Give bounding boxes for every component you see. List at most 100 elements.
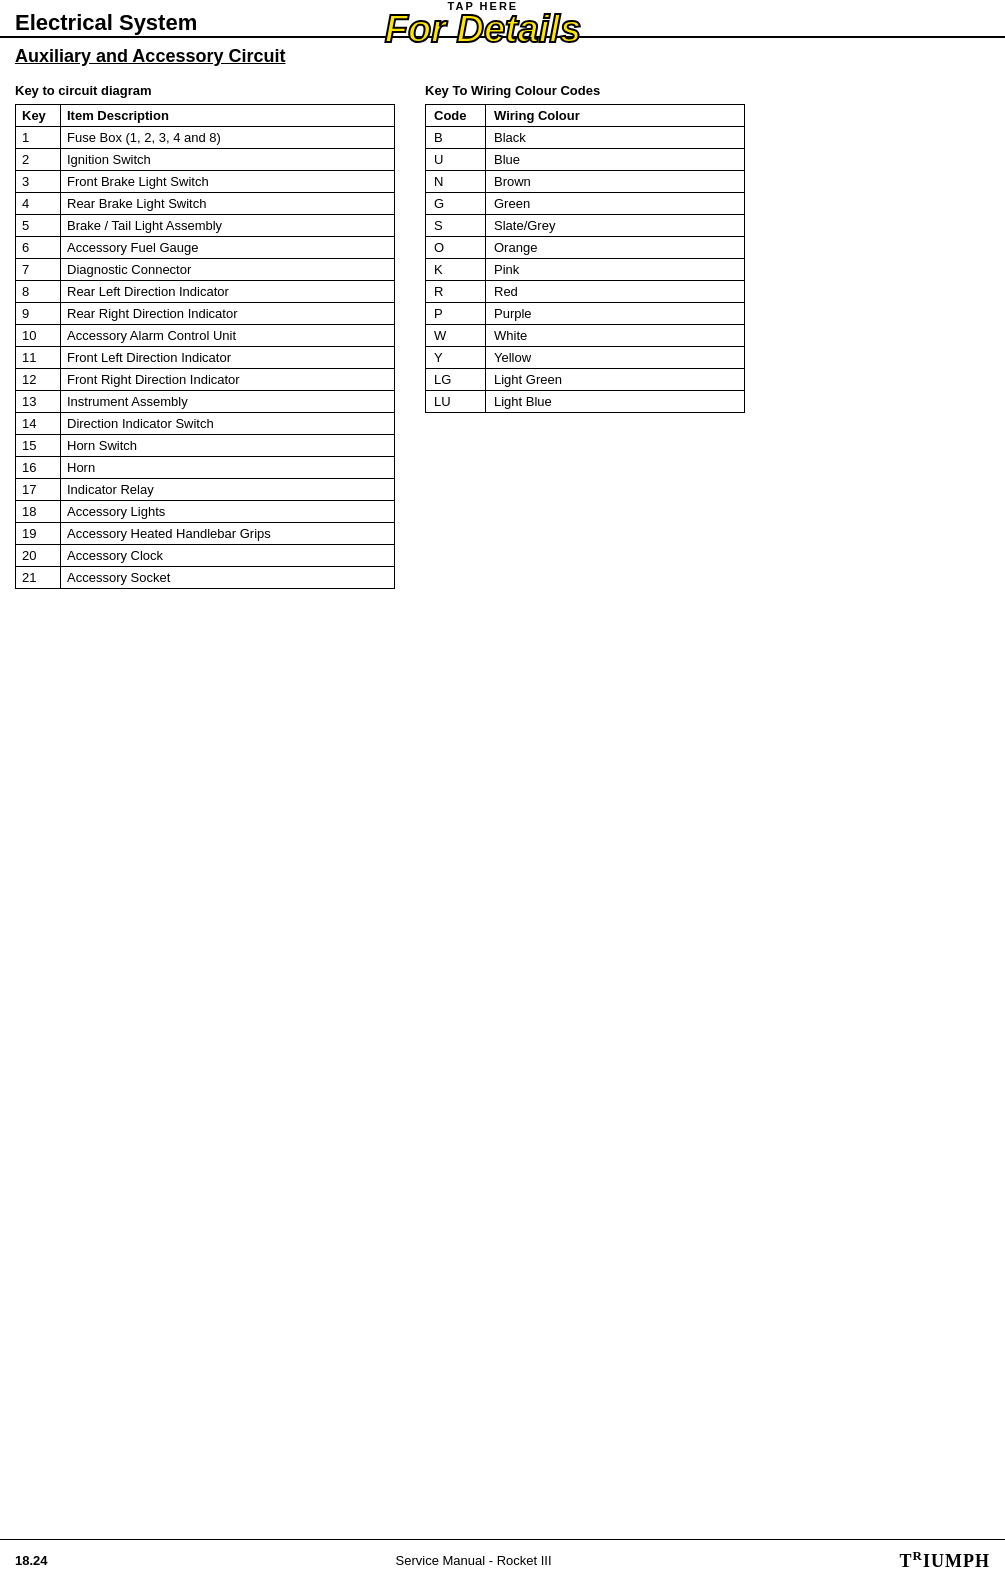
key-cell: 5 <box>16 215 61 237</box>
table-row: 8Rear Left Direction Indicator <box>16 281 395 303</box>
description-cell: Fuse Box (1, 2, 3, 4 and 8) <box>61 127 395 149</box>
colour-cell: Brown <box>486 171 745 193</box>
key-cell: 4 <box>16 193 61 215</box>
key-cell: 6 <box>16 237 61 259</box>
colour-cell: Purple <box>486 303 745 325</box>
key-cell: 10 <box>16 325 61 347</box>
code-cell: U <box>426 149 486 171</box>
code-cell: LU <box>426 391 486 413</box>
tap-here-big-text: For Details <box>385 10 581 53</box>
wiring-colour-label: Key To Wiring Colour Codes <box>425 83 745 98</box>
key-cell: 11 <box>16 347 61 369</box>
table-row: SSlate/Grey <box>426 215 745 237</box>
page-header: Electrical System TAP HERE For Details <box>0 0 1005 38</box>
wiring-colour-section: Key To Wiring Colour Codes Code Wiring C… <box>425 83 745 413</box>
table-row: 1Fuse Box (1, 2, 3, 4 and 8) <box>16 127 395 149</box>
colour-cell: Red <box>486 281 745 303</box>
tap-here-banner[interactable]: TAP HERE For Details <box>385 0 581 53</box>
code-col-header: Code <box>426 105 486 127</box>
description-cell: Front Brake Light Switch <box>61 171 395 193</box>
table-row: LGLight Green <box>426 369 745 391</box>
table-row: BBlack <box>426 127 745 149</box>
description-cell: Instrument Assembly <box>61 391 395 413</box>
description-cell: Front Left Direction Indicator <box>61 347 395 369</box>
colour-cell: Light Blue <box>486 391 745 413</box>
table-row: 9Rear Right Direction Indicator <box>16 303 395 325</box>
key-circuit-label: Key to circuit diagram <box>15 83 395 98</box>
table-row: 5Brake / Tail Light Assembly <box>16 215 395 237</box>
key-circuit-section: Key to circuit diagram Key Item Descript… <box>15 83 395 589</box>
description-cell: Accessory Socket <box>61 567 395 589</box>
code-cell: K <box>426 259 486 281</box>
key-cell: 3 <box>16 171 61 193</box>
description-cell: Brake / Tail Light Assembly <box>61 215 395 237</box>
description-cell: Accessory Fuel Gauge <box>61 237 395 259</box>
colour-cell: Pink <box>486 259 745 281</box>
table-row: WWhite <box>426 325 745 347</box>
footer-page-number: 18.24 <box>15 1553 48 1568</box>
key-cell: 8 <box>16 281 61 303</box>
colour-cell: Black <box>486 127 745 149</box>
code-cell: LG <box>426 369 486 391</box>
code-cell: B <box>426 127 486 149</box>
table-row: 18Accessory Lights <box>16 501 395 523</box>
key-cell: 13 <box>16 391 61 413</box>
description-cell: Accessory Lights <box>61 501 395 523</box>
description-cell: Rear Right Direction Indicator <box>61 303 395 325</box>
table-row: GGreen <box>426 193 745 215</box>
colour-cell: Green <box>486 193 745 215</box>
table-row: 3Front Brake Light Switch <box>16 171 395 193</box>
key-cell: 17 <box>16 479 61 501</box>
table-row: 16Horn <box>16 457 395 479</box>
key-cell: 18 <box>16 501 61 523</box>
description-cell: Direction Indicator Switch <box>61 413 395 435</box>
description-cell: Front Right Direction Indicator <box>61 369 395 391</box>
key-cell: 1 <box>16 127 61 149</box>
key-circuit-table: Key Item Description 1Fuse Box (1, 2, 3,… <box>15 104 395 589</box>
desc-col-header: Item Description <box>61 105 395 127</box>
key-cell: 20 <box>16 545 61 567</box>
table-row: 6Accessory Fuel Gauge <box>16 237 395 259</box>
description-cell: Accessory Alarm Control Unit <box>61 325 395 347</box>
table-row: RRed <box>426 281 745 303</box>
footer-center-text: Service Manual - Rocket III <box>396 1553 552 1568</box>
main-content: Key to circuit diagram Key Item Descript… <box>0 75 1005 597</box>
table-row: 20Accessory Clock <box>16 545 395 567</box>
description-cell: Rear Left Direction Indicator <box>61 281 395 303</box>
table-row: 2Ignition Switch <box>16 149 395 171</box>
key-cell: 2 <box>16 149 61 171</box>
key-cell: 16 <box>16 457 61 479</box>
description-cell: Rear Brake Light Switch <box>61 193 395 215</box>
description-cell: Accessory Heated Handlebar Grips <box>61 523 395 545</box>
table-row: 4Rear Brake Light Switch <box>16 193 395 215</box>
description-cell: Ignition Switch <box>61 149 395 171</box>
key-cell: 9 <box>16 303 61 325</box>
table-row: 13Instrument Assembly <box>16 391 395 413</box>
table-row: NBrown <box>426 171 745 193</box>
code-cell: W <box>426 325 486 347</box>
table-row: PPurple <box>426 303 745 325</box>
code-cell: P <box>426 303 486 325</box>
code-cell: R <box>426 281 486 303</box>
footer-brand: TRIUMPH <box>900 1548 990 1572</box>
table-row: 10Accessory Alarm Control Unit <box>16 325 395 347</box>
key-cell: 21 <box>16 567 61 589</box>
description-cell: Diagnostic Connector <box>61 259 395 281</box>
table-row: 19Accessory Heated Handlebar Grips <box>16 523 395 545</box>
page-footer: 18.24 Service Manual - Rocket III TRIUMP… <box>0 1539 1005 1580</box>
table-row: YYellow <box>426 347 745 369</box>
key-col-header: Key <box>16 105 61 127</box>
table-row: UBlue <box>426 149 745 171</box>
table-row: 17Indicator Relay <box>16 479 395 501</box>
code-cell: S <box>426 215 486 237</box>
table-row: 21Accessory Socket <box>16 567 395 589</box>
key-cell: 19 <box>16 523 61 545</box>
table-row: LULight Blue <box>426 391 745 413</box>
table-row: 7Diagnostic Connector <box>16 259 395 281</box>
code-cell: G <box>426 193 486 215</box>
colour-table: Code Wiring Colour BBlackUBlueNBrownGGre… <box>425 104 745 413</box>
colour-cell: Light Green <box>486 369 745 391</box>
description-cell: Indicator Relay <box>61 479 395 501</box>
key-cell: 12 <box>16 369 61 391</box>
colour-cell: Orange <box>486 237 745 259</box>
